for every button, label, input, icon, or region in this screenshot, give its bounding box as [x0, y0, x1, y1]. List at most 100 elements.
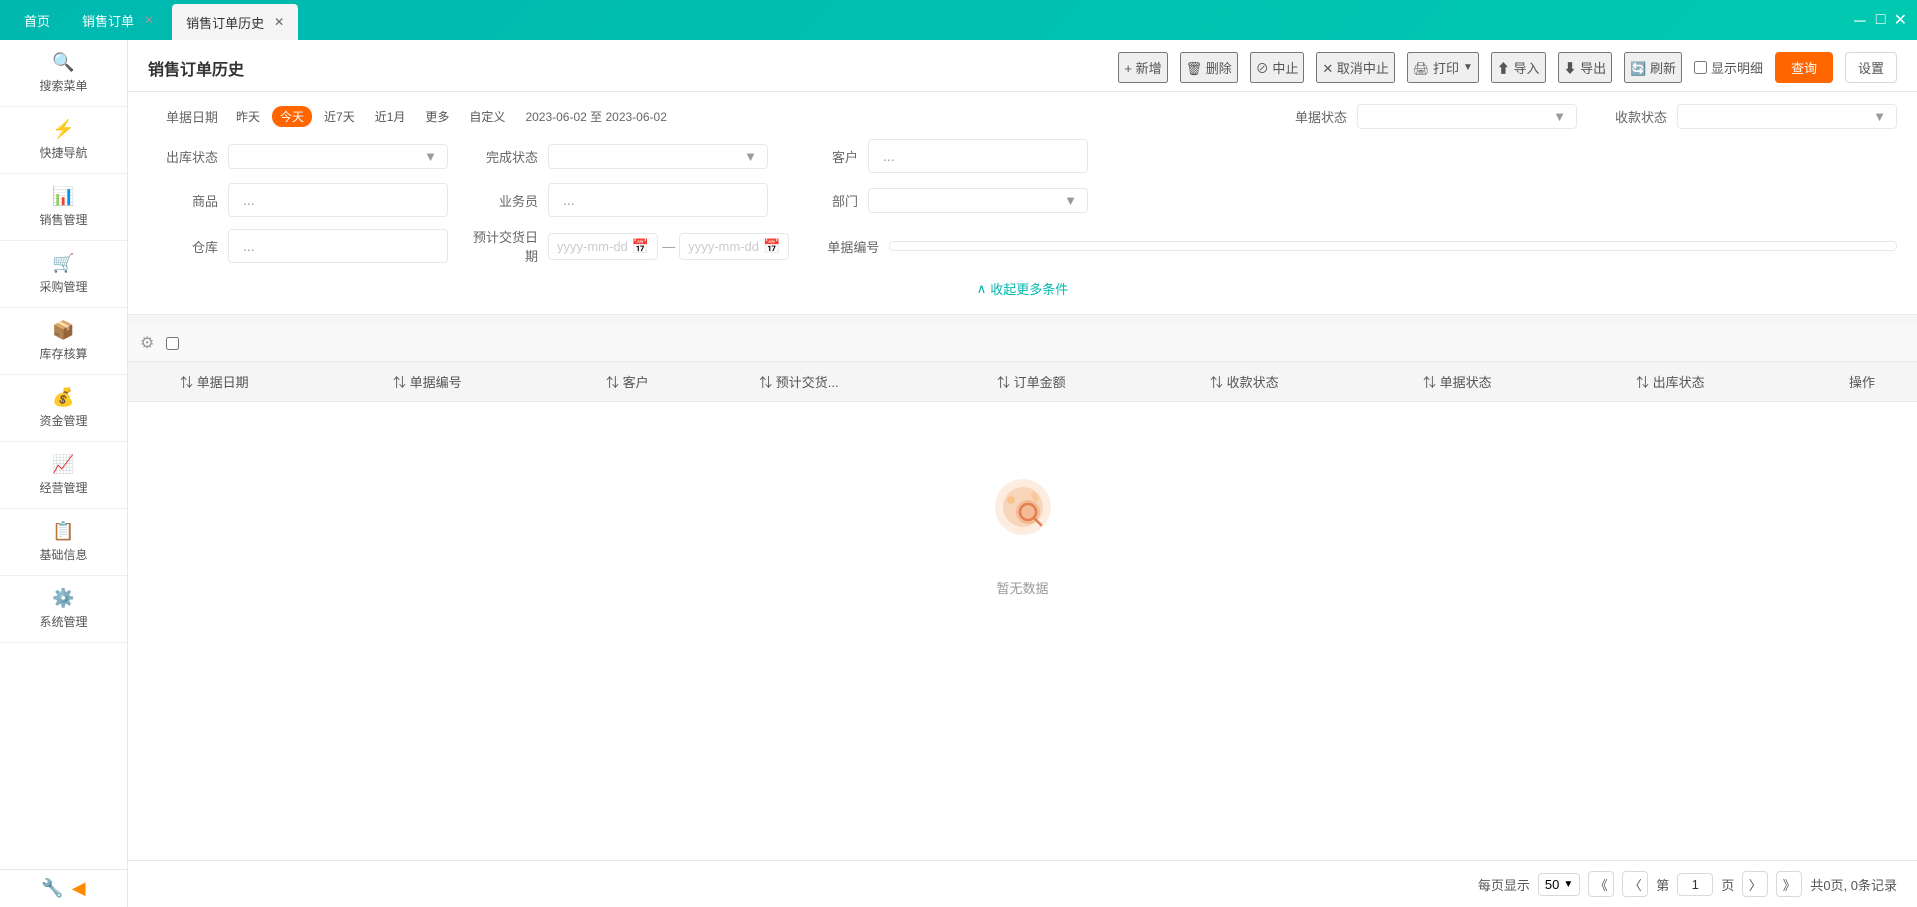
sidebar-item-sales-mgmt[interactable]: 📊 销售管理 — [0, 174, 127, 241]
empty-text: 暂无数据 — [996, 578, 1048, 597]
per-page-select[interactable]: 50 ▼ — [1538, 873, 1580, 896]
delivery-date-end[interactable]: yyyy-mm-dd 📅 — [679, 233, 789, 260]
th-delivery: ⇅ 预计交货... — [747, 362, 985, 402]
table-settings-icon[interactable]: ⚙ — [140, 333, 154, 353]
sidebar-item-search-menu[interactable]: 🔍 搜索菜单 — [0, 40, 127, 107]
sidebar-item-capital[interactable]: 💰 资金管理 — [0, 375, 127, 442]
salesperson-input[interactable]: ... — [548, 183, 768, 217]
sidebar-item-operations[interactable]: 📈 经营管理 — [0, 442, 127, 509]
warehouse-input[interactable]: ... — [228, 229, 448, 263]
delivery-date-start[interactable]: yyyy-mm-dd 📅 — [548, 233, 658, 260]
last-page-button[interactable]: 》 — [1776, 871, 1802, 897]
th-doc-status: ⇅ 单据状态 — [1411, 362, 1624, 402]
tab-sales-history[interactable]: 销售订单历史 ✕ — [172, 4, 298, 40]
th-ops: 操作 — [1837, 362, 1917, 402]
sidebar-item-purchase-mgmt-label: 采购管理 — [39, 278, 87, 295]
payment-status-select[interactable]: ▼ — [1677, 104, 1897, 129]
next-page-button[interactable]: 〉 — [1742, 871, 1768, 897]
custom-date-btn[interactable]: 自定义 — [461, 106, 513, 127]
sidebar-item-basic-info[interactable]: 📋 基础信息 — [0, 509, 127, 576]
warehouse-label: 仓库 — [148, 237, 228, 256]
select-all-checkbox[interactable] — [166, 337, 179, 350]
salesperson-ellipsis[interactable]: ... — [559, 188, 579, 212]
settings-button[interactable]: 设置 — [1845, 52, 1897, 83]
dept-select[interactable]: ▼ — [868, 188, 1088, 213]
goods-ellipsis[interactable]: ... — [239, 188, 259, 212]
show-detail-checkbox-label[interactable]: 显示明细 — [1694, 58, 1763, 77]
complete-select[interactable]: ▼ — [548, 144, 768, 169]
th-date: ⇅ 单据日期 — [168, 362, 381, 402]
dept-label: 部门 — [788, 191, 868, 210]
goods-input[interactable]: ... — [228, 183, 448, 217]
today-btn[interactable]: 今天 — [272, 106, 312, 127]
outbound-select[interactable]: ▼ — [228, 144, 448, 169]
last-page-icon: 》 — [1783, 875, 1796, 894]
order-no-label: 单据编号 — [809, 237, 889, 256]
dept-chevron-icon: ▼ — [1064, 193, 1077, 208]
goods-label: 商品 — [148, 191, 228, 210]
main-layout: 🔍 搜索菜单 ⚡ 快捷导航 📊 销售管理 🛒 采购管理 📦 库存核算 💰 资金管… — [0, 40, 1917, 907]
content-area: 销售订单历史 + 新增 🗑 删除 ⊘ 中止 ✕ 取消中止 🖨 打印 ▼ — [128, 40, 1917, 907]
more-date-btn[interactable]: 更多 — [417, 106, 457, 127]
delivery-end-calendar-icon[interactable]: 📅 — [763, 238, 780, 255]
customer-ellipsis[interactable]: ... — [879, 144, 899, 168]
last7days-btn[interactable]: 近7天 — [316, 106, 363, 127]
cancel-stop-button[interactable]: ✕ 取消中止 — [1316, 52, 1395, 83]
table-toolbar: ⚙ — [128, 325, 1917, 362]
per-page-chevron-icon: ▼ — [1563, 879, 1573, 890]
maximize-icon[interactable]: □ — [1876, 11, 1886, 29]
filter-area: 单据日期 昨天 今天 近7天 近1月 更多 自定义 2023-06-02 至 2… — [128, 92, 1917, 315]
status-filter-select[interactable]: ▼ — [1357, 104, 1577, 129]
sidebar-item-sys-mgmt[interactable]: ⚙️ 系统管理 — [0, 576, 127, 643]
minimize-icon[interactable]: － — [1852, 8, 1868, 32]
close-window-icon[interactable]: ✕ — [1894, 10, 1907, 30]
show-detail-checkbox[interactable] — [1694, 61, 1707, 74]
last1month-btn[interactable]: 近1月 — [367, 106, 414, 127]
query-button[interactable]: 查询 — [1775, 52, 1833, 83]
sidebar-collapse-icon[interactable]: ◀ — [72, 878, 86, 899]
delivery-end-text: yyyy-mm-dd — [688, 239, 759, 254]
yesterday-btn[interactable]: 昨天 — [228, 106, 268, 127]
status-chevron-icon: ▼ — [1553, 109, 1566, 124]
window-controls: － □ ✕ — [1852, 8, 1907, 32]
sidebar-item-inventory[interactable]: 📦 库存核算 — [0, 308, 127, 375]
filter-row-date: 单据日期 昨天 今天 近7天 近1月 更多 自定义 2023-06-02 至 2… — [148, 104, 1897, 129]
th-customer: ⇅ 客户 — [594, 362, 747, 402]
page-input[interactable] — [1677, 873, 1713, 896]
data-table: ⇅ 单据日期 ⇅ 单据编号 ⇅ 客户 ⇅ 预计交货... ⇅ 订单金额 — [128, 362, 1917, 402]
print-label: 🖨 打印 — [1413, 58, 1459, 77]
import-button[interactable]: ⬆ 导入 — [1491, 52, 1546, 83]
filter-row-goods: 商品 ... 业务员 ... 部门 ▼ — [148, 183, 1897, 217]
tab-sales-order-close[interactable]: ✕ — [144, 13, 154, 27]
refresh-button[interactable]: 🔄 刷新 — [1624, 52, 1682, 83]
delete-button[interactable]: 🗑 删除 — [1180, 52, 1238, 83]
tab-home[interactable]: 首页 — [10, 4, 64, 36]
tab-sales-order[interactable]: 销售订单 ✕ — [68, 4, 168, 36]
stop-button[interactable]: ⊘ 中止 — [1250, 52, 1305, 83]
per-page-label: 每页显示 — [1478, 875, 1530, 894]
first-page-button[interactable]: 《 — [1588, 871, 1614, 897]
prev-page-button[interactable]: 〈 — [1622, 871, 1648, 897]
customer-input[interactable]: ... — [868, 139, 1088, 173]
sidebar-item-quick-nav[interactable]: ⚡ 快捷导航 — [0, 107, 127, 174]
quick-nav-icon: ⚡ — [52, 119, 74, 140]
tab-sales-history-close[interactable]: ✕ — [274, 15, 284, 29]
empty-icon — [973, 462, 1073, 562]
sidebar-item-sys-mgmt-label: 系统管理 — [39, 613, 87, 630]
refresh-label: 🔄 刷新 — [1630, 58, 1676, 77]
print-button[interactable]: 🖨 打印 ▼ — [1407, 52, 1479, 83]
order-no-input[interactable] — [889, 241, 1897, 251]
delivery-start-calendar-icon[interactable]: 📅 — [632, 238, 649, 255]
sidebar-item-purchase-mgmt[interactable]: 🛒 采购管理 — [0, 241, 127, 308]
add-button[interactable]: + 新增 — [1118, 52, 1167, 83]
collapse-button[interactable]: ∧ 收起更多条件 — [148, 275, 1897, 302]
print-dropdown-icon[interactable]: ▼ — [1463, 62, 1473, 73]
tab-sales-order-label: 销售订单 — [82, 11, 134, 30]
sidebar-settings-icon[interactable]: 🔧 — [41, 878, 63, 899]
collapse-up-icon: ∧ — [977, 281, 987, 297]
warehouse-ellipsis[interactable]: ... — [239, 234, 259, 258]
toolbar: + 新增 🗑 删除 ⊘ 中止 ✕ 取消中止 🖨 打印 ▼ ⬆ 导入 — [1118, 52, 1897, 83]
basic-info-icon: 📋 — [52, 521, 74, 542]
th-delivery-label: ⇅ 预计交货... — [759, 375, 838, 390]
export-button[interactable]: ⬇ 导出 — [1558, 52, 1613, 83]
